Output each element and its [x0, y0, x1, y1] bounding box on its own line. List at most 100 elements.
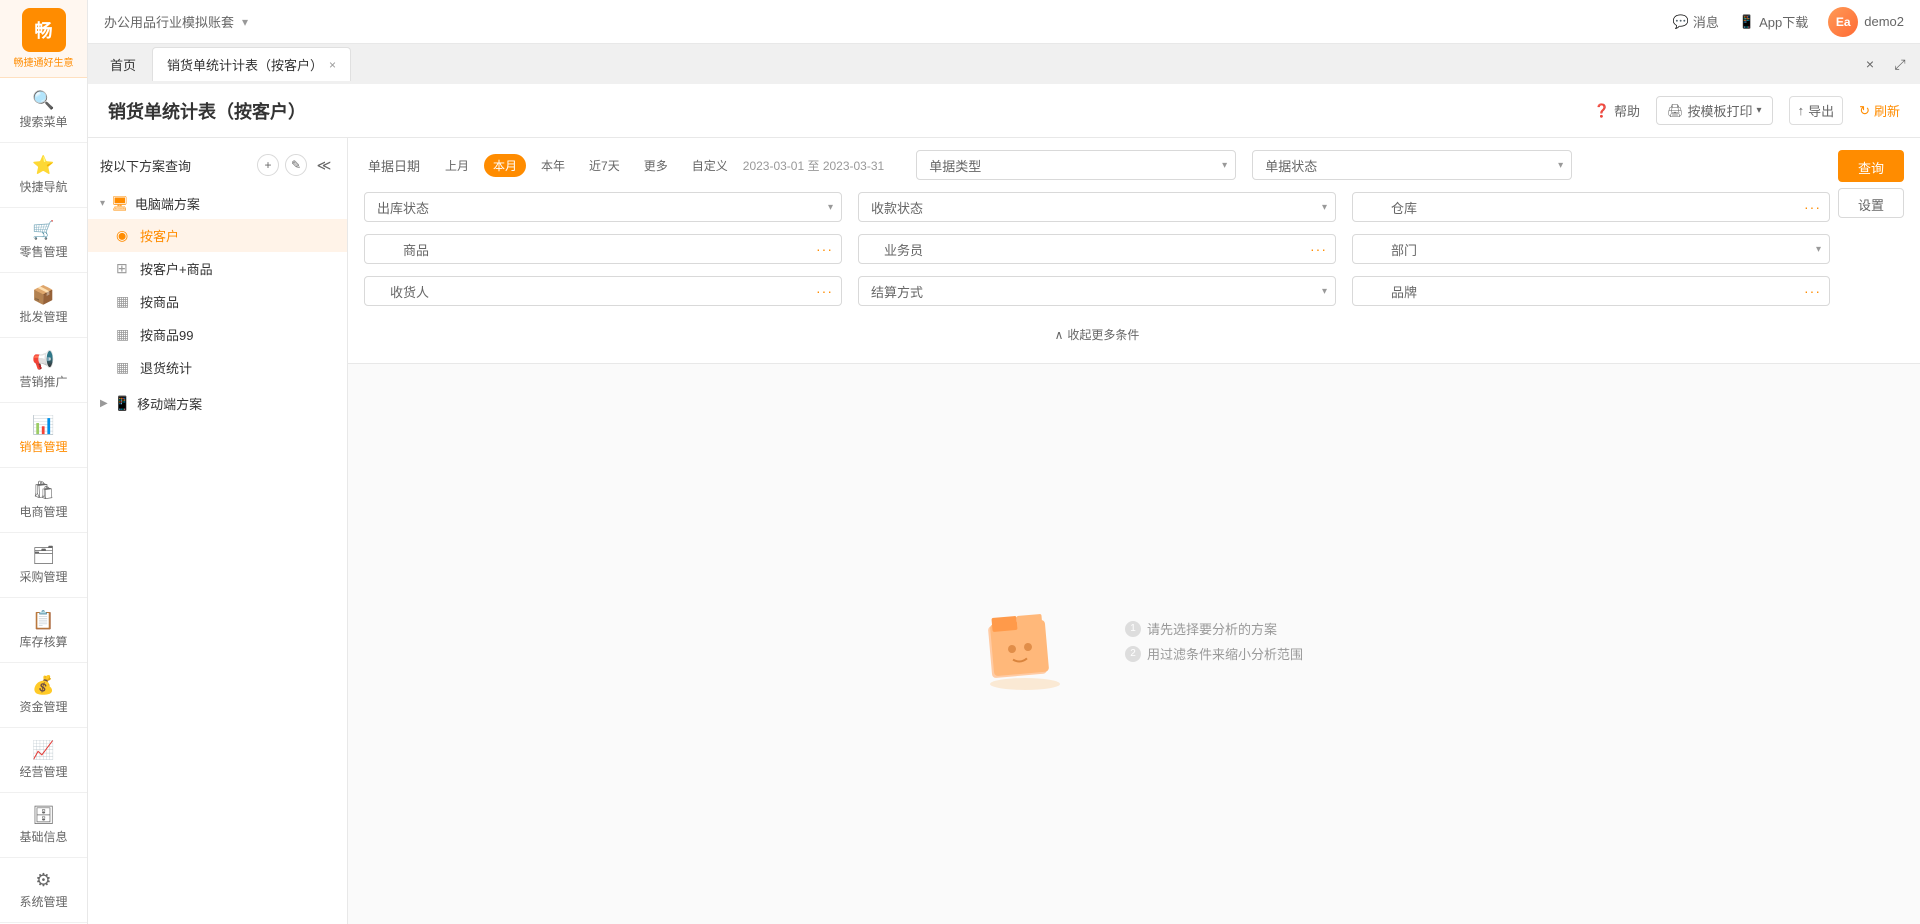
- scheme-mobile-label: 移动端方案: [137, 394, 202, 413]
- settlement-arrow: ▾: [1322, 286, 1327, 297]
- sidebar-item-marketing[interactable]: 📢 营销推广: [0, 338, 87, 403]
- print-button[interactable]: 🖨 按模板打印 ▾: [1656, 96, 1773, 125]
- scheme-mobile-group-header[interactable]: ▶ 📱 移动端方案: [88, 388, 347, 419]
- date-btn-custom[interactable]: 自定义: [683, 154, 737, 177]
- collapse-label: 收起更多条件: [1067, 326, 1139, 343]
- system-icon: ⚙: [4, 870, 83, 891]
- warehouse-dots: ···: [1804, 199, 1821, 215]
- sidebar: 畅 畅捷通好生意 🔍 搜索菜单 ⭐ 快捷导航 🛒 零售管理 📦 批发管理 📢 营…: [0, 0, 88, 924]
- tab-close-icon[interactable]: ×: [329, 58, 336, 72]
- app-logo: 畅 畅捷通好生意: [0, 0, 87, 78]
- scheme-panel-header: 按以下方案查询 + ✎ ≪: [88, 146, 347, 184]
- filter-row-3: 商品 ··· 业务员 ··· 部门 ▾: [364, 234, 1830, 264]
- export-label: 导出: [1808, 101, 1834, 120]
- app-download-button[interactable]: 📱 App下载: [1739, 12, 1808, 31]
- brand-dots: ···: [1804, 283, 1821, 299]
- out-status-select[interactable]: 出库状态 ▾: [364, 192, 842, 222]
- scheme-add-button[interactable]: +: [257, 154, 279, 176]
- maximize-button[interactable]: ⤢: [1888, 52, 1912, 76]
- sales-icon: 📊: [4, 415, 83, 436]
- sidebar-item-retail[interactable]: 🛒 零售管理: [0, 208, 87, 273]
- scheme-item-by-product[interactable]: ▦ 按商品: [88, 285, 347, 318]
- page-header: 销货单统计表（按客户） ❓ 帮助 🖨 按模板打印 ▾ ↑ 导出 ↻ 刷新: [88, 84, 1920, 138]
- collapse-icon: ∧: [1055, 328, 1064, 342]
- scheme-item-by-customer[interactable]: ◉ 按客户: [88, 219, 347, 252]
- dept-arrow: ▾: [1816, 244, 1821, 255]
- user-menu[interactable]: Ea demo2: [1828, 7, 1904, 37]
- sidebar-item-inventory[interactable]: 📋 库存核算: [0, 598, 87, 663]
- search-icon: 🔍: [4, 90, 83, 111]
- sidebar-item-search[interactable]: 🔍 搜索菜单: [0, 78, 87, 143]
- page-actions: ❓ 帮助 🖨 按模板打印 ▾ ↑ 导出 ↻ 刷新: [1594, 96, 1900, 125]
- scheme-item-icon-prod99: ▦: [116, 326, 132, 343]
- header-right: 💬 消息 📱 App下载 Ea demo2: [1673, 7, 1904, 37]
- date-btn-last-month[interactable]: 上月: [436, 154, 478, 177]
- sidebar-item-purchase[interactable]: 🗂 采购管理: [0, 533, 87, 598]
- sidebar-item-system[interactable]: ⚙ 系统管理: [0, 858, 87, 923]
- action-buttons: 查询 设置: [1838, 150, 1904, 218]
- sidebar-item-operation[interactable]: 📈 经营管理: [0, 728, 87, 793]
- warehouse-select[interactable]: 仓库 ···: [1352, 192, 1830, 222]
- refresh-button[interactable]: ↻ 刷新: [1859, 101, 1900, 120]
- product-select[interactable]: 商品 ···: [364, 234, 842, 264]
- export-button[interactable]: ↑ 导出: [1789, 96, 1844, 125]
- status-select[interactable]: 单据状态 ▾: [1252, 150, 1572, 180]
- collapse-more-button[interactable]: ∧ 收起更多条件: [364, 318, 1830, 351]
- scheme-desktop-group-header[interactable]: ▾ 🖥 电脑端方案: [88, 188, 347, 219]
- sidebar-item-ecommerce[interactable]: 🛍 电商管理: [0, 468, 87, 533]
- sidebar-item-finance[interactable]: 💰 资金管理: [0, 663, 87, 728]
- date-btn-7days[interactable]: 近7天: [580, 154, 629, 177]
- tab-home[interactable]: 首页: [96, 47, 150, 81]
- message-button[interactable]: 💬 消息: [1673, 12, 1719, 31]
- sidebar-item-wholesale[interactable]: 📦 批发管理: [0, 273, 87, 338]
- top-header: 办公用品行业模拟账套 ▾ 💬 消息 📱 App下载 Ea demo2: [88, 0, 1920, 44]
- warehouse-label: 仓库: [1361, 198, 1417, 217]
- date-btn-this-month[interactable]: 本月: [484, 154, 526, 177]
- scheme-item-by-product99[interactable]: ▦ 按商品99: [88, 318, 347, 351]
- settlement-label: 结算方式: [867, 282, 923, 301]
- salesperson-select[interactable]: 业务员 ···: [858, 234, 1336, 264]
- sidebar-item-quicknav[interactable]: ⭐ 快捷导航: [0, 143, 87, 208]
- hint-num-1: 1: [1125, 621, 1141, 637]
- type-select[interactable]: 单据类型 ▾: [916, 150, 1236, 180]
- scheme-item-by-customer-product[interactable]: ⊞ 按客户+商品: [88, 252, 347, 285]
- right-area: 单据日期 上月 本月 本年 近7天 更多 自定义 2023-03-01 至 20…: [348, 138, 1920, 924]
- query-button[interactable]: 查询: [1838, 150, 1904, 182]
- filter-row-4: 收货人 ··· 结算方式 ▾ 品牌 ···: [364, 276, 1830, 306]
- minimize-button[interactable]: ×: [1858, 52, 1882, 76]
- user-avatar: Ea: [1828, 7, 1858, 37]
- dept-select[interactable]: 部门 ▾: [1352, 234, 1830, 264]
- settlement-select[interactable]: 结算方式 ▾: [858, 276, 1336, 306]
- scheme-panel: 按以下方案查询 + ✎ ≪ ▾ 🖥 电脑端方案 ◉: [88, 138, 348, 924]
- breadcrumb-dropdown[interactable]: ▾: [242, 15, 248, 29]
- date-btn-this-year[interactable]: 本年: [532, 154, 574, 177]
- date-label: 单据日期: [364, 156, 420, 175]
- empty-hint-2: 2 用过滤条件来缩小分析范围: [1125, 644, 1303, 663]
- brand-label: 品牌: [1361, 282, 1417, 301]
- scheme-edit-button[interactable]: ✎: [285, 154, 307, 176]
- tab-active[interactable]: 销货单统计计表（按客户） ×: [152, 47, 351, 81]
- setting-button[interactable]: 设置: [1838, 188, 1904, 218]
- filter-row-1: 单据日期 上月 本月 本年 近7天 更多 自定义 2023-03-01 至 20…: [364, 150, 1830, 180]
- brand-select[interactable]: 品牌 ···: [1352, 276, 1830, 306]
- scheme-collapse-button[interactable]: ≪: [313, 154, 335, 176]
- date-btn-more[interactable]: 更多: [635, 154, 677, 177]
- scheme-item-label-prod: 按商品: [140, 292, 179, 311]
- receiver-label: 收货人: [373, 282, 429, 301]
- sidebar-item-basic[interactable]: 🗄 基础信息: [0, 793, 87, 858]
- sidebar-item-sales[interactable]: 📊 销售管理: [0, 403, 87, 468]
- pay-status-select[interactable]: 收款状态 ▾: [858, 192, 1336, 222]
- print-icon: 🖨: [1667, 103, 1684, 119]
- purchase-icon: 🗂: [4, 545, 83, 566]
- pay-status-label: 收款状态: [867, 198, 923, 217]
- help-button[interactable]: ❓ 帮助: [1594, 101, 1640, 120]
- status-label: 单据状态: [1261, 156, 1317, 175]
- scheme-item-return-stats[interactable]: ▦ 退货统计: [88, 351, 347, 384]
- receiver-select[interactable]: 收货人 ···: [364, 276, 842, 306]
- pay-status-arrow: ▾: [1322, 202, 1327, 213]
- logo-icon: 畅: [22, 8, 66, 52]
- product-dots: ···: [816, 241, 833, 257]
- help-icon: ❓: [1594, 103, 1610, 119]
- date-quick-btns: 上月 本月 本年 近7天 更多 自定义 2023-03-01 至 2023-03…: [436, 154, 884, 177]
- sidebar-item-wholesale-label: 批发管理: [19, 310, 67, 324]
